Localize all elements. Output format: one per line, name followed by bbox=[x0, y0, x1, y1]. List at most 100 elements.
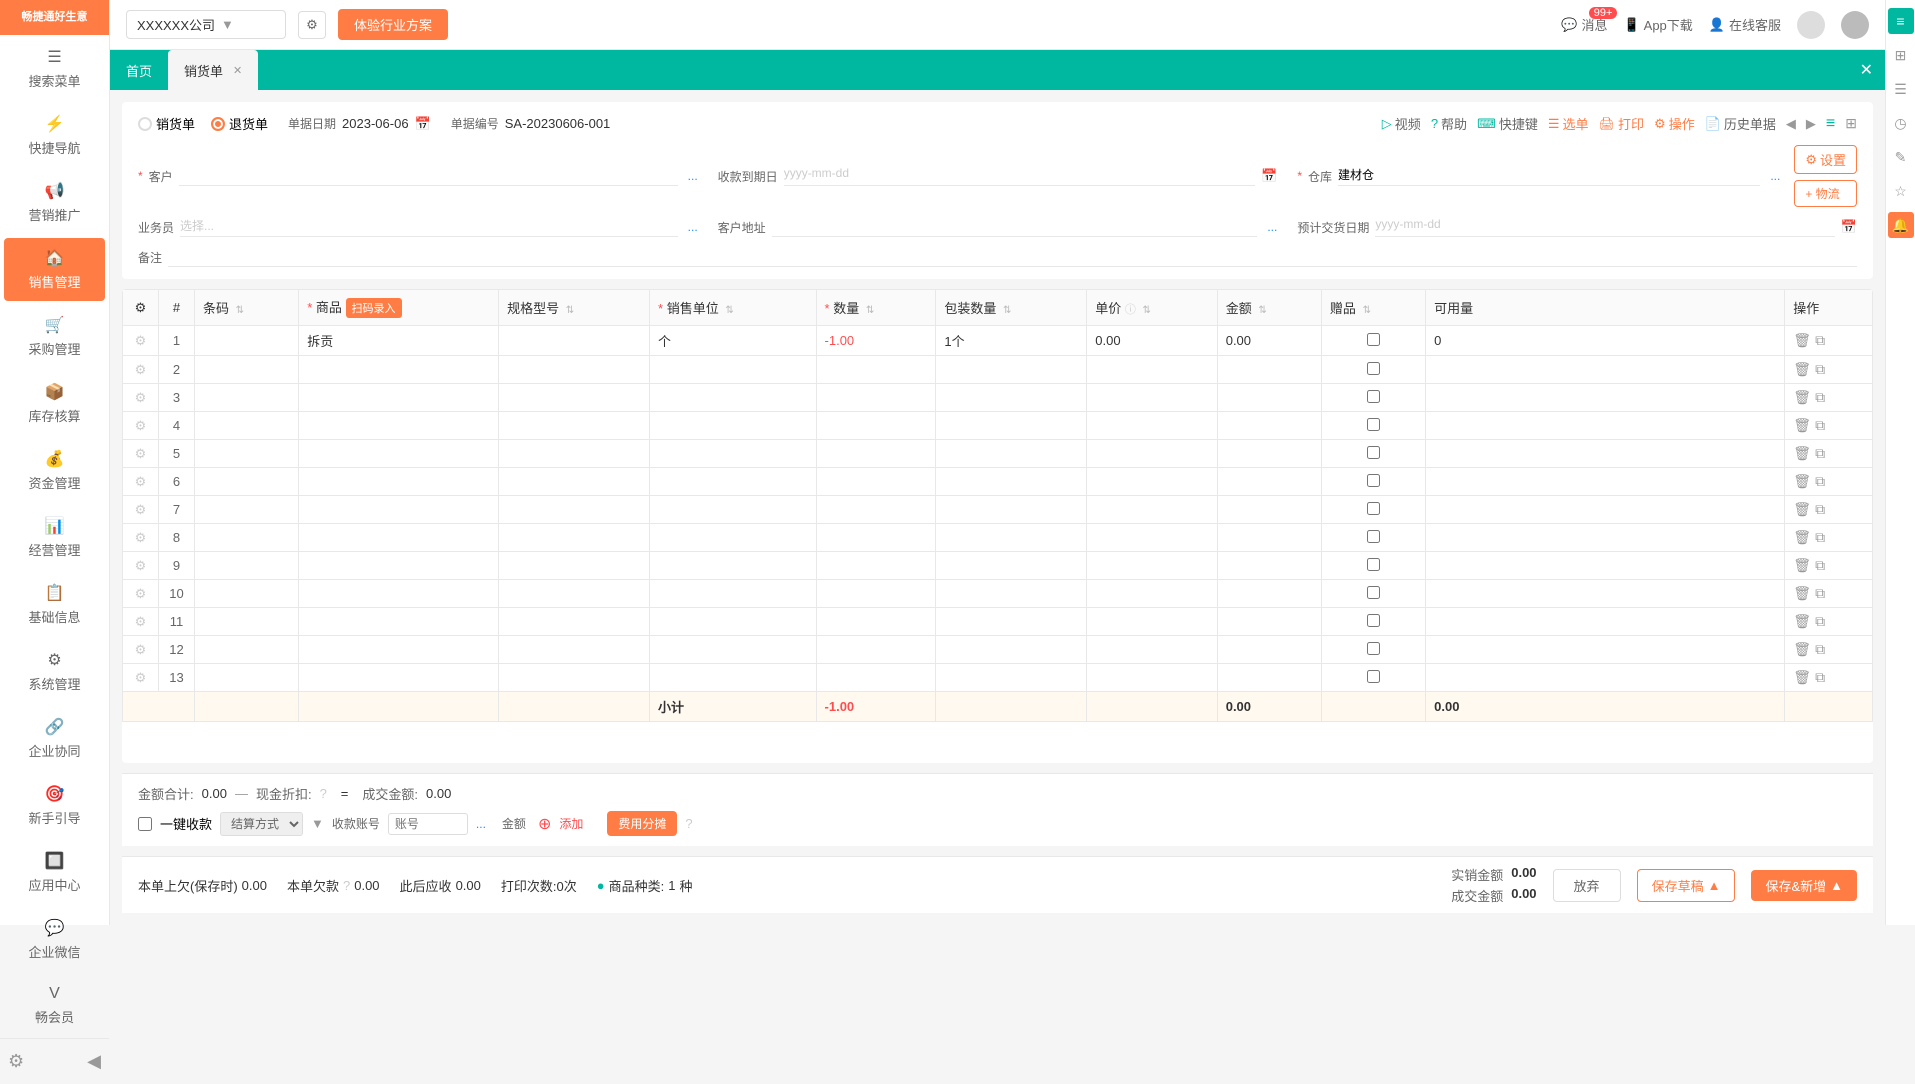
history-btn[interactable]: 📄 历史单据 bbox=[1705, 114, 1776, 133]
row-gift-2[interactable] bbox=[1321, 384, 1425, 412]
row-gift-3[interactable] bbox=[1321, 412, 1425, 440]
row-product-7[interactable] bbox=[299, 524, 499, 552]
barcode-sort-icon[interactable]: ⇅ bbox=[236, 305, 244, 316]
expected-date-calendar-icon[interactable]: 📅 bbox=[1841, 219, 1857, 235]
copy-icon-0[interactable]: ⧉ bbox=[1815, 332, 1825, 349]
row-unit-price-6[interactable] bbox=[1087, 496, 1217, 524]
row-barcode-2[interactable] bbox=[195, 384, 299, 412]
row-settings-2[interactable]: ⚙ bbox=[123, 384, 159, 412]
row-gift-9[interactable] bbox=[1321, 580, 1425, 608]
row-settings-10[interactable]: ⚙ bbox=[123, 608, 159, 636]
row-unit-price-8[interactable] bbox=[1087, 552, 1217, 580]
sidebar-item-purchase[interactable]: 🛒 采购管理 bbox=[4, 305, 105, 368]
video-btn[interactable]: ▷ 视频 bbox=[1382, 114, 1421, 133]
delete-icon-11[interactable]: 🗑 bbox=[1793, 641, 1811, 658]
ops-btn[interactable]: ⚙ 操作 bbox=[1654, 114, 1695, 133]
rp-star-icon[interactable]: ☆ bbox=[1888, 178, 1914, 204]
row-product-12[interactable] bbox=[299, 664, 499, 692]
rp-table-icon[interactable]: ≡ bbox=[1888, 8, 1914, 34]
row-unit-7[interactable] bbox=[650, 524, 817, 552]
row-unit-12[interactable] bbox=[650, 664, 817, 692]
row-pkg-qty-4[interactable] bbox=[936, 440, 1087, 468]
payment-method-select[interactable]: 结算方式 bbox=[220, 812, 303, 836]
row-amount-1[interactable] bbox=[1217, 356, 1321, 384]
delete-icon-0[interactable]: 🗑 bbox=[1793, 332, 1811, 349]
row-unit-price-11[interactable] bbox=[1087, 636, 1217, 664]
row-unit-price-12[interactable] bbox=[1087, 664, 1217, 692]
row-amount-5[interactable] bbox=[1217, 468, 1321, 496]
settings-side-btn[interactable]: ⚙ 设置 bbox=[1794, 145, 1857, 174]
next-icon[interactable]: ▶ bbox=[1806, 116, 1816, 132]
sidebar-item-marketing[interactable]: 📢 营销推广 bbox=[4, 171, 105, 234]
rp-clock-icon[interactable]: ◷ bbox=[1888, 110, 1914, 136]
row-settings-1[interactable]: ⚙ bbox=[123, 356, 159, 384]
pkg-sort-icon[interactable]: ⇅ bbox=[1003, 305, 1011, 316]
row-product-2[interactable] bbox=[299, 384, 499, 412]
delete-icon-9[interactable]: 🗑 bbox=[1793, 585, 1811, 602]
row-spec-3[interactable] bbox=[499, 412, 650, 440]
row-quantity-3[interactable] bbox=[816, 412, 936, 440]
row-pkg-qty-2[interactable] bbox=[936, 384, 1087, 412]
row-amount-8[interactable] bbox=[1217, 552, 1321, 580]
unit-sort-icon[interactable]: ⇅ bbox=[725, 305, 733, 316]
row-quantity-4[interactable] bbox=[816, 440, 936, 468]
row-quantity-7[interactable] bbox=[816, 524, 936, 552]
row-amount-6[interactable] bbox=[1217, 496, 1321, 524]
row-barcode-0[interactable] bbox=[195, 326, 299, 356]
row-settings-6[interactable]: ⚙ bbox=[123, 496, 159, 524]
address-ellipsis[interactable]: ... bbox=[1267, 220, 1277, 234]
row-unit-price-2[interactable] bbox=[1087, 384, 1217, 412]
row-product-0[interactable]: 拆贡 bbox=[299, 326, 499, 356]
payment-account-input[interactable] bbox=[388, 813, 468, 835]
row-barcode-6[interactable] bbox=[195, 496, 299, 524]
settings-bottom-icon[interactable]: ⚙ bbox=[4, 1047, 28, 1076]
row-spec-11[interactable] bbox=[499, 636, 650, 664]
help-btn[interactable]: ? 帮助 bbox=[1431, 114, 1467, 133]
delete-icon-3[interactable]: 🗑 bbox=[1793, 417, 1811, 434]
warehouse-ellipsis[interactable]: ... bbox=[1770, 169, 1780, 183]
ellipsis-account[interactable]: ... bbox=[476, 817, 486, 831]
delete-icon-7[interactable]: 🗑 bbox=[1793, 529, 1811, 546]
add-button[interactable]: ⊕ bbox=[538, 814, 551, 834]
row-spec-1[interactable] bbox=[499, 356, 650, 384]
row-pkg-qty-7[interactable] bbox=[936, 524, 1087, 552]
prev-icon[interactable]: ◀ bbox=[1786, 116, 1796, 132]
user-avatar[interactable] bbox=[1797, 11, 1825, 39]
row-product-5[interactable] bbox=[299, 468, 499, 496]
delete-icon-10[interactable]: 🗑 bbox=[1793, 613, 1811, 630]
row-amount-3[interactable] bbox=[1217, 412, 1321, 440]
salesman-input[interactable]: 选择... bbox=[180, 217, 678, 237]
row-gift-0[interactable] bbox=[1321, 326, 1425, 356]
notes-input[interactable] bbox=[168, 247, 1857, 267]
row-unit-price-0[interactable]: 0.00 bbox=[1087, 326, 1217, 356]
row-unit-11[interactable] bbox=[650, 636, 817, 664]
view-list-icon[interactable]: ≡ bbox=[1826, 115, 1835, 133]
row-quantity-11[interactable] bbox=[816, 636, 936, 664]
logistics-btn[interactable]: + 物流 bbox=[1794, 180, 1857, 207]
row-product-10[interactable] bbox=[299, 608, 499, 636]
row-unit-10[interactable] bbox=[650, 608, 817, 636]
settings-button[interactable]: ⚙ bbox=[298, 11, 326, 39]
discount-help-icon[interactable]: ? bbox=[320, 786, 327, 801]
collapse-icon[interactable]: ◀ bbox=[83, 1047, 105, 1076]
row-gift-5[interactable] bbox=[1321, 468, 1425, 496]
delete-icon-5[interactable]: 🗑 bbox=[1793, 473, 1811, 490]
row-barcode-10[interactable] bbox=[195, 608, 299, 636]
row-unit-price-9[interactable] bbox=[1087, 580, 1217, 608]
row-quantity-9[interactable] bbox=[816, 580, 936, 608]
copy-icon-10[interactable]: ⧉ bbox=[1815, 613, 1825, 630]
sidebar-item-apps[interactable]: 🔲 应用中心 bbox=[4, 841, 105, 904]
row-unit-price-10[interactable] bbox=[1087, 608, 1217, 636]
row-settings-4[interactable]: ⚙ bbox=[123, 440, 159, 468]
rp-grid-icon[interactable]: ⊞ bbox=[1888, 42, 1914, 68]
calendar-icon[interactable]: 📅 bbox=[415, 116, 431, 132]
row-pkg-qty-11[interactable] bbox=[936, 636, 1087, 664]
copy-icon-3[interactable]: ⧉ bbox=[1815, 417, 1825, 434]
row-barcode-11[interactable] bbox=[195, 636, 299, 664]
row-spec-12[interactable] bbox=[499, 664, 650, 692]
expected-date-input[interactable]: yyyy-mm-dd bbox=[1375, 217, 1834, 237]
row-pkg-qty-3[interactable] bbox=[936, 412, 1087, 440]
row-spec-8[interactable] bbox=[499, 552, 650, 580]
row-unit-8[interactable] bbox=[650, 552, 817, 580]
delete-icon-6[interactable]: 🗑 bbox=[1793, 501, 1811, 518]
